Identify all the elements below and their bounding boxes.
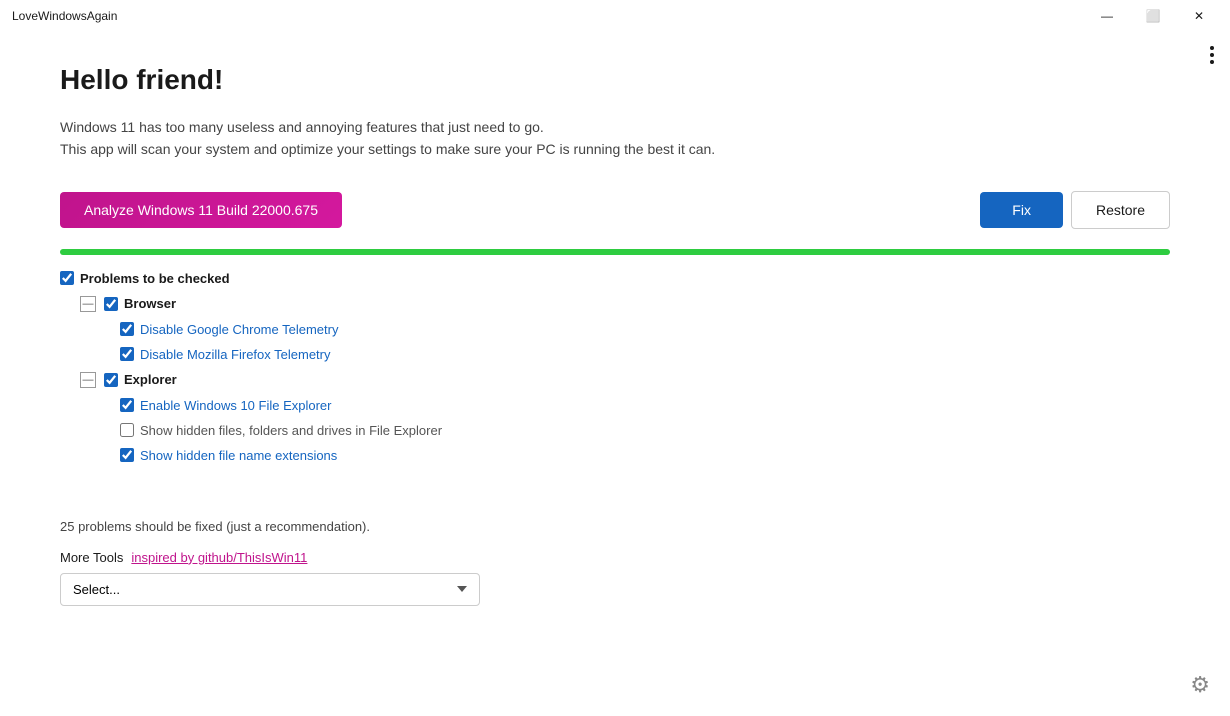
browser-group-header: — Browser xyxy=(80,296,1166,312)
browser-items: Disable Google Chrome Telemetry Disable … xyxy=(120,322,1166,362)
analyze-button[interactable]: Analyze Windows 11 Build 22000.675 xyxy=(60,192,342,228)
minimize-button[interactable]: — xyxy=(1084,0,1130,32)
win10-explorer-item: Enable Windows 10 File Explorer xyxy=(120,398,1166,413)
dot-icon xyxy=(1210,46,1214,50)
browser-checkbox[interactable] xyxy=(104,297,118,311)
firefox-telemetry-label[interactable]: Disable Mozilla Firefox Telemetry xyxy=(140,347,331,362)
firefox-telemetry-checkbox[interactable] xyxy=(120,347,134,361)
progress-bar-fill xyxy=(60,249,1170,255)
show-hidden-files-checkbox[interactable] xyxy=(120,423,134,437)
description-block: Windows 11 has too many useless and anno… xyxy=(60,116,1170,161)
close-button[interactable]: ✕ xyxy=(1176,0,1222,32)
gear-icon[interactable]: ⚙ xyxy=(1190,672,1210,698)
firefox-telemetry-item: Disable Mozilla Firefox Telemetry xyxy=(120,347,1166,362)
explorer-label: Explorer xyxy=(124,372,177,387)
checklist-area: Problems to be checked — Browser Disable… xyxy=(60,271,1170,511)
restore-button[interactable]: Restore xyxy=(1071,191,1170,229)
show-hidden-files-label: Show hidden files, folders and drives in… xyxy=(140,423,442,438)
description-line-1: Windows 11 has too many useless and anno… xyxy=(60,116,1170,138)
page-title: Hello friend! xyxy=(60,64,1170,96)
chrome-telemetry-item: Disable Google Chrome Telemetry xyxy=(120,322,1166,337)
tools-select[interactable]: Select... xyxy=(60,573,480,606)
explorer-items: Enable Windows 10 File Explorer Show hid… xyxy=(120,398,1166,463)
explorer-collapse-btn[interactable]: — xyxy=(80,372,96,388)
progress-bar-container xyxy=(60,249,1170,255)
dot-icon xyxy=(1210,60,1214,64)
titlebar: LoveWindowsAgain — ⬜ ✕ xyxy=(0,0,1230,32)
window-controls: — ⬜ ✕ xyxy=(1084,0,1222,32)
inspired-link[interactable]: inspired by github/ThisIsWin11 xyxy=(131,550,307,565)
browser-group: — Browser Disable Google Chrome Telemetr… xyxy=(80,296,1166,362)
problems-summary: 25 problems should be fixed (just a reco… xyxy=(60,519,1170,534)
chrome-telemetry-checkbox[interactable] xyxy=(120,322,134,336)
more-tools-label: More Tools xyxy=(60,550,123,565)
three-dots-menu[interactable] xyxy=(1204,40,1220,70)
show-hidden-files-item: Show hidden files, folders and drives in… xyxy=(120,423,1166,438)
action-buttons-row: Analyze Windows 11 Build 22000.675 Fix R… xyxy=(60,191,1170,229)
explorer-checkbox[interactable] xyxy=(104,373,118,387)
description-line-2: This app will scan your system and optim… xyxy=(60,138,1170,160)
select-row: Select... xyxy=(60,573,1170,606)
app-title: LoveWindowsAgain xyxy=(12,9,117,23)
win10-explorer-checkbox[interactable] xyxy=(120,398,134,412)
win10-explorer-label[interactable]: Enable Windows 10 File Explorer xyxy=(140,398,331,413)
browser-collapse-btn[interactable]: — xyxy=(80,296,96,312)
root-checkbox-item: Problems to be checked xyxy=(60,271,1166,286)
fix-button[interactable]: Fix xyxy=(980,192,1063,228)
more-tools-row: More Tools inspired by github/ThisIsWin1… xyxy=(60,550,1170,565)
root-checkbox-label: Problems to be checked xyxy=(80,271,230,286)
explorer-group: — Explorer Enable Windows 10 File Explor… xyxy=(80,372,1166,463)
maximize-button[interactable]: ⬜ xyxy=(1130,0,1176,32)
root-checkbox[interactable] xyxy=(60,271,74,285)
browser-label: Browser xyxy=(124,296,176,311)
show-hidden-extensions-item: Show hidden file name extensions xyxy=(120,448,1166,463)
show-hidden-extensions-label[interactable]: Show hidden file name extensions xyxy=(140,448,337,463)
show-hidden-extensions-checkbox[interactable] xyxy=(120,448,134,462)
explorer-group-header: — Explorer xyxy=(80,372,1166,388)
chrome-telemetry-label[interactable]: Disable Google Chrome Telemetry xyxy=(140,322,338,337)
dot-icon xyxy=(1210,53,1214,57)
main-content: Hello friend! Windows 11 has too many us… xyxy=(0,32,1230,626)
